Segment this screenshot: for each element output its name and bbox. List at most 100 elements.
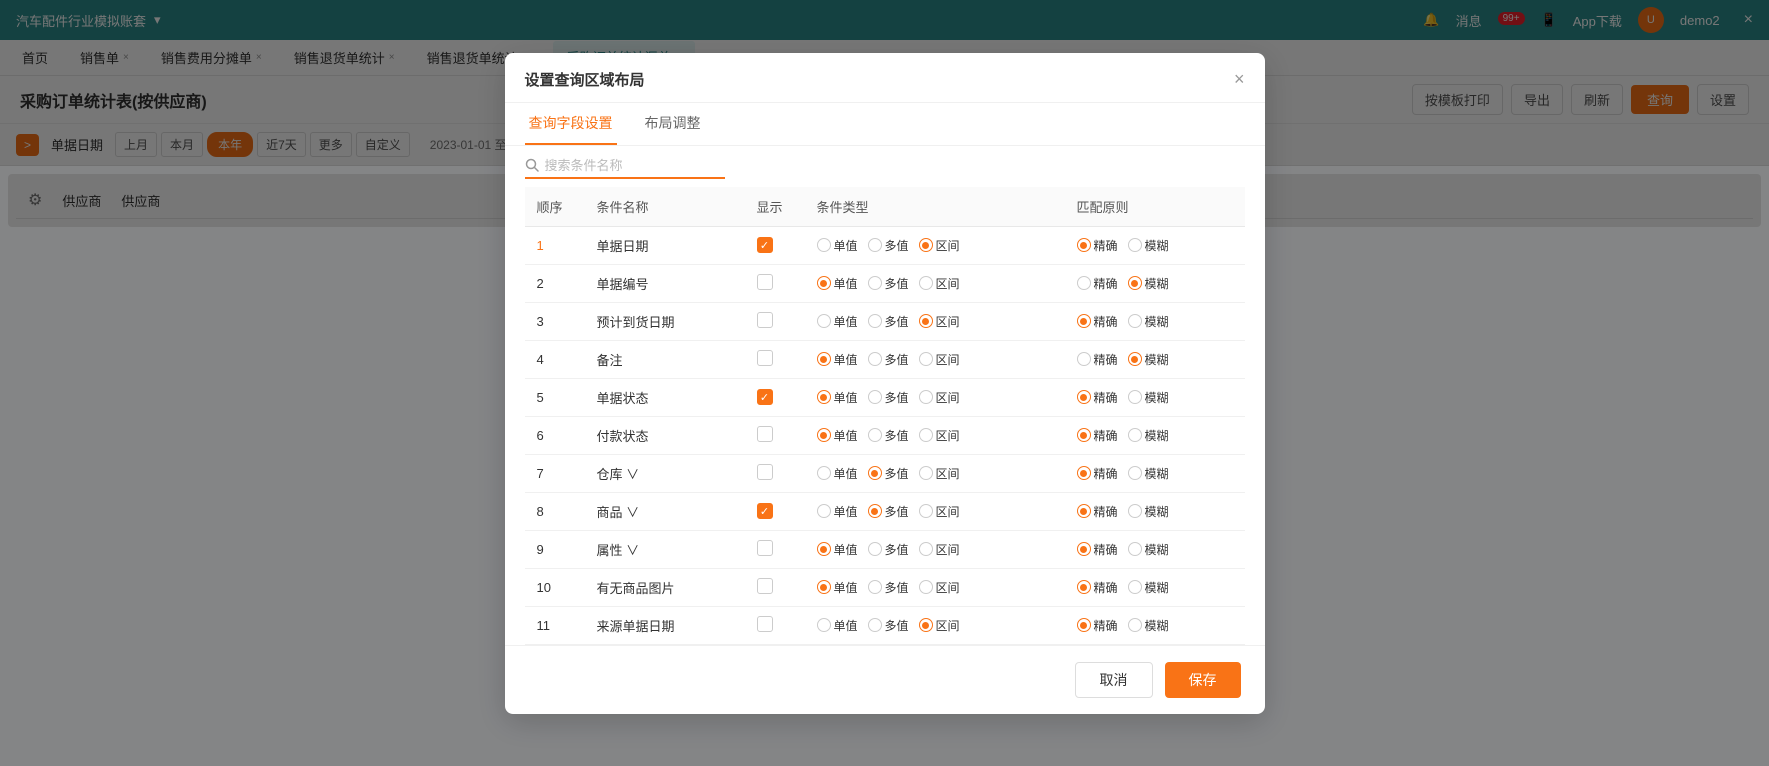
radio-type-多值[interactable]: 多值 — [868, 579, 909, 596]
radio-match-精确[interactable]: 精确 — [1077, 389, 1118, 406]
radio-match-模糊[interactable]: 模糊 — [1128, 617, 1169, 634]
row-match-radios: 精确模糊 — [1065, 378, 1245, 416]
radio-dot — [1077, 276, 1091, 290]
radio-match-精确[interactable]: 精确 — [1077, 427, 1118, 444]
radio-label: 单值 — [834, 237, 858, 254]
radio-type-多值[interactable]: 多值 — [868, 541, 909, 558]
row-show-checkbox[interactable] — [745, 264, 805, 302]
radio-type-单值[interactable]: 单值 — [817, 313, 858, 330]
radio-type-区间[interactable]: 区间 — [919, 617, 960, 634]
radio-type-多值[interactable]: 多值 — [868, 275, 909, 292]
modal-tab-fields[interactable]: 查询字段设置 — [525, 103, 617, 145]
radio-match-精确[interactable]: 精确 — [1077, 465, 1118, 482]
radio-dot — [919, 542, 933, 556]
radio-type-区间[interactable]: 区间 — [919, 427, 960, 444]
radio-match-精确[interactable]: 精确 — [1077, 541, 1118, 558]
row-show-checkbox[interactable] — [745, 378, 805, 416]
row-show-checkbox[interactable] — [745, 416, 805, 454]
radio-type-区间[interactable]: 区间 — [919, 313, 960, 330]
radio-type-多值[interactable]: 多值 — [868, 389, 909, 406]
radio-type-区间[interactable]: 区间 — [919, 541, 960, 558]
row-show-checkbox[interactable] — [745, 302, 805, 340]
radio-type-单值[interactable]: 单值 — [817, 275, 858, 292]
radio-dot — [1077, 428, 1091, 442]
radio-label: 单值 — [834, 313, 858, 330]
radio-dot — [868, 238, 882, 252]
radio-match-精确[interactable]: 精确 — [1077, 237, 1118, 254]
radio-match-模糊[interactable]: 模糊 — [1128, 427, 1169, 444]
fields-table: 顺序 条件名称 显示 条件类型 匹配原则 1单据日期单值多值区间精确模糊2单据编… — [525, 187, 1245, 645]
radio-type-单值[interactable]: 单值 — [817, 351, 858, 368]
radio-type-区间[interactable]: 区间 — [919, 275, 960, 292]
radio-type-区间[interactable]: 区间 — [919, 465, 960, 482]
radio-match-精确[interactable]: 精确 — [1077, 351, 1118, 368]
radio-match-精确[interactable]: 精确 — [1077, 503, 1118, 520]
modal-close-button[interactable]: × — [1234, 70, 1245, 88]
radio-type-单值[interactable]: 单值 — [817, 237, 858, 254]
row-show-checkbox[interactable] — [745, 226, 805, 264]
radio-dot — [919, 580, 933, 594]
radio-type-多值[interactable]: 多值 — [868, 503, 909, 520]
checkbox[interactable] — [757, 426, 773, 442]
checkbox[interactable] — [757, 464, 773, 480]
radio-type-单值[interactable]: 单值 — [817, 389, 858, 406]
cancel-button[interactable]: 取消 — [1075, 662, 1153, 698]
checkbox[interactable] — [757, 350, 773, 366]
radio-type-多值[interactable]: 多值 — [868, 465, 909, 482]
radio-match-模糊[interactable]: 模糊 — [1128, 503, 1169, 520]
radio-type-区间[interactable]: 区间 — [919, 237, 960, 254]
checkbox[interactable] — [757, 616, 773, 632]
radio-dot — [1077, 504, 1091, 518]
radio-label: 精确 — [1094, 351, 1118, 368]
radio-type-区间[interactable]: 区间 — [919, 579, 960, 596]
radio-match-精确[interactable]: 精确 — [1077, 579, 1118, 596]
radio-type-单值[interactable]: 单值 — [817, 503, 858, 520]
checkbox[interactable] — [757, 312, 773, 328]
radio-type-单值[interactable]: 单值 — [817, 427, 858, 444]
modal-tab-layout[interactable]: 布局调整 — [641, 103, 705, 145]
save-button[interactable]: 保存 — [1165, 662, 1241, 698]
radio-type-区间[interactable]: 区间 — [919, 389, 960, 406]
radio-type-多值[interactable]: 多值 — [868, 351, 909, 368]
radio-type-多值[interactable]: 多值 — [868, 427, 909, 444]
radio-label: 精确 — [1094, 275, 1118, 292]
radio-label: 区间 — [936, 275, 960, 292]
radio-match-模糊[interactable]: 模糊 — [1128, 351, 1169, 368]
radio-label: 精确 — [1094, 579, 1118, 596]
radio-type-区间[interactable]: 区间 — [919, 351, 960, 368]
radio-type-单值[interactable]: 单值 — [817, 617, 858, 634]
radio-type-多值[interactable]: 多值 — [868, 617, 909, 634]
row-show-checkbox[interactable] — [745, 530, 805, 568]
radio-type-区间[interactable]: 区间 — [919, 503, 960, 520]
checkbox[interactable] — [757, 274, 773, 290]
row-show-checkbox[interactable] — [745, 492, 805, 530]
radio-match-精确[interactable]: 精确 — [1077, 313, 1118, 330]
checkbox[interactable] — [757, 503, 773, 519]
radio-match-精确[interactable]: 精确 — [1077, 275, 1118, 292]
radio-label: 多值 — [885, 313, 909, 330]
checkbox[interactable] — [757, 237, 773, 253]
radio-match-模糊[interactable]: 模糊 — [1128, 237, 1169, 254]
radio-type-多值[interactable]: 多值 — [868, 313, 909, 330]
row-match-radios: 精确模糊 — [1065, 530, 1245, 568]
radio-match-模糊[interactable]: 模糊 — [1128, 275, 1169, 292]
radio-match-精确[interactable]: 精确 — [1077, 617, 1118, 634]
radio-type-单值[interactable]: 单值 — [817, 465, 858, 482]
radio-label: 模糊 — [1145, 427, 1169, 444]
row-show-checkbox[interactable] — [745, 606, 805, 644]
checkbox[interactable] — [757, 578, 773, 594]
radio-match-模糊[interactable]: 模糊 — [1128, 541, 1169, 558]
radio-type-多值[interactable]: 多值 — [868, 237, 909, 254]
search-input[interactable] — [545, 158, 705, 173]
checkbox[interactable] — [757, 389, 773, 405]
radio-match-模糊[interactable]: 模糊 — [1128, 389, 1169, 406]
radio-type-单值[interactable]: 单值 — [817, 541, 858, 558]
radio-match-模糊[interactable]: 模糊 — [1128, 313, 1169, 330]
row-show-checkbox[interactable] — [745, 568, 805, 606]
radio-match-模糊[interactable]: 模糊 — [1128, 465, 1169, 482]
radio-match-模糊[interactable]: 模糊 — [1128, 579, 1169, 596]
radio-type-单值[interactable]: 单值 — [817, 579, 858, 596]
row-show-checkbox[interactable] — [745, 454, 805, 492]
checkbox[interactable] — [757, 540, 773, 556]
row-show-checkbox[interactable] — [745, 340, 805, 378]
